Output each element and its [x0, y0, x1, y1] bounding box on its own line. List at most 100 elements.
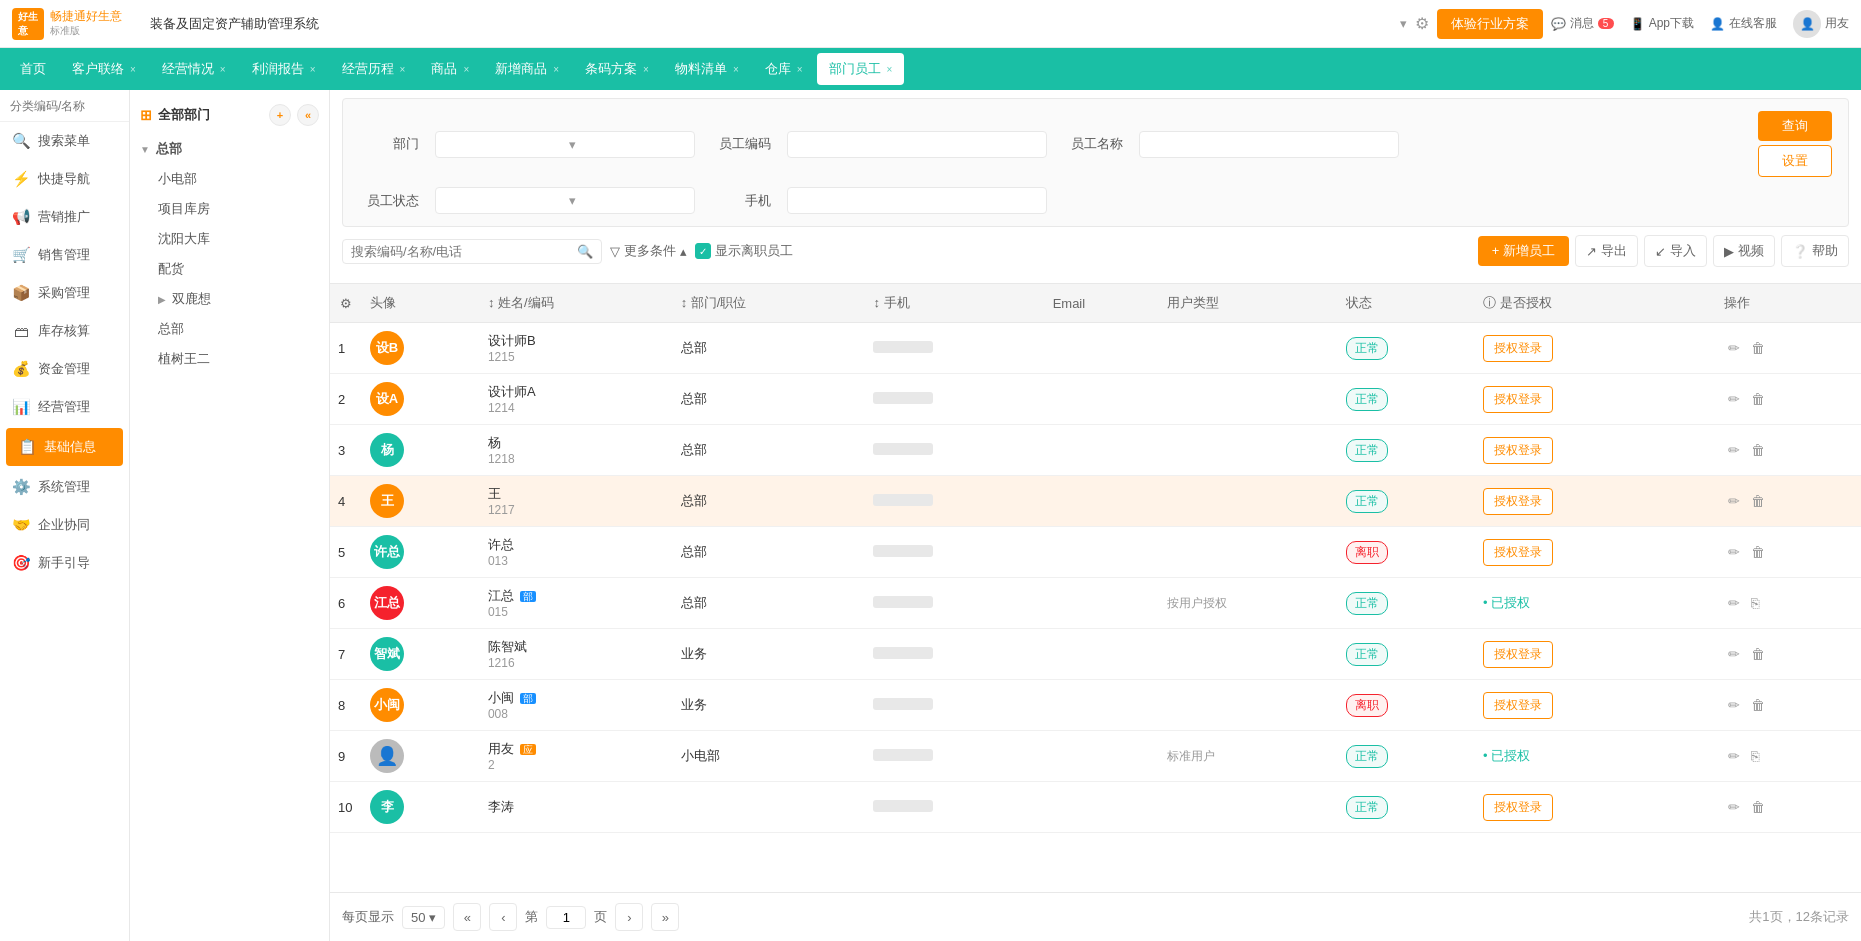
- close-icon[interactable]: ×: [400, 64, 406, 75]
- tab-barcode[interactable]: 条码方案×: [573, 53, 661, 85]
- close-icon[interactable]: ×: [643, 64, 649, 75]
- close-icon[interactable]: ×: [220, 64, 226, 75]
- sidebar-item-finance[interactable]: 💰 资金管理: [0, 350, 129, 388]
- auth-btn[interactable]: 授权登录: [1483, 335, 1553, 362]
- delete-btn[interactable]: 🗑: [1747, 491, 1769, 511]
- dept-add-icon[interactable]: +: [269, 104, 291, 126]
- col-phone[interactable]: ↕ 手机: [865, 284, 1044, 323]
- dropdown-icon[interactable]: ▾: [1400, 16, 1407, 31]
- emp-status-select[interactable]: ▾: [435, 187, 695, 214]
- auth-btn[interactable]: 授权登录: [1483, 437, 1553, 464]
- tab-profit[interactable]: 利润报告×: [240, 53, 328, 85]
- page-size-select[interactable]: 50 ▾: [402, 906, 445, 929]
- phone-input[interactable]: [787, 187, 1047, 214]
- sidebar-item-sales[interactable]: 🛒 销售管理: [0, 236, 129, 274]
- dept-tree-item-root[interactable]: ▼ 总部: [130, 134, 329, 164]
- view-button[interactable]: ▶ 视频: [1713, 235, 1775, 267]
- app-download-btn[interactable]: 📱 App下载: [1630, 15, 1694, 32]
- edit-btn[interactable]: ✏: [1724, 746, 1744, 766]
- edit-btn[interactable]: ✏: [1724, 440, 1744, 460]
- delete-btn[interactable]: 🗑: [1747, 338, 1769, 358]
- edit-btn[interactable]: ✏: [1724, 797, 1744, 817]
- online-service-btn[interactable]: 👤 在线客服: [1710, 15, 1777, 32]
- tab-customer[interactable]: 客户联络×: [60, 53, 148, 85]
- dept-tree-item-5[interactable]: ▶ 双鹿想: [130, 284, 329, 314]
- sidebar-search-input[interactable]: [10, 99, 130, 113]
- sidebar-item-quicknav[interactable]: ⚡ 快捷导航: [0, 160, 129, 198]
- delete-btn[interactable]: 🗑: [1747, 542, 1769, 562]
- auth-btn[interactable]: 授权登录: [1483, 386, 1553, 413]
- copy-btn[interactable]: ⎘: [1747, 746, 1763, 766]
- delete-btn[interactable]: 🗑: [1747, 389, 1769, 409]
- search-input[interactable]: [351, 244, 571, 259]
- edit-btn[interactable]: ✏: [1724, 695, 1744, 715]
- tab-bom[interactable]: 物料清单×: [663, 53, 751, 85]
- more-conditions-btn[interactable]: ▽ 更多条件 ▴: [610, 242, 687, 260]
- edit-btn[interactable]: ✏: [1724, 389, 1744, 409]
- last-page-btn[interactable]: »: [651, 903, 679, 931]
- dept-tree-item-3[interactable]: 沈阳大库: [130, 224, 329, 254]
- edit-btn[interactable]: ✏: [1724, 338, 1744, 358]
- sidebar-item-guide[interactable]: 🎯 新手引导: [0, 544, 129, 582]
- message-btn[interactable]: 💬 消息 5: [1551, 15, 1614, 32]
- sidebar-item-purchase[interactable]: 📦 采购管理: [0, 274, 129, 312]
- edit-btn[interactable]: ✏: [1724, 542, 1744, 562]
- settings-icon[interactable]: ⚙: [1415, 14, 1429, 33]
- dept-tree-item-4[interactable]: 配货: [130, 254, 329, 284]
- show-retired-toggle[interactable]: ✓ 显示离职员工: [695, 242, 793, 260]
- close-icon[interactable]: ×: [553, 64, 559, 75]
- emp-name-input[interactable]: [1139, 131, 1399, 158]
- sidebar-item-inventory[interactable]: 🗃 库存核算: [0, 312, 129, 350]
- col-dept[interactable]: ↕ 部门/职位: [673, 284, 866, 323]
- query-button[interactable]: 查询: [1758, 111, 1832, 141]
- trial-btn[interactable]: 体验行业方案: [1437, 9, 1543, 39]
- dept-tree-item-7[interactable]: 植树王二: [130, 344, 329, 374]
- col-settings[interactable]: ⚙: [330, 284, 362, 323]
- auth-btn[interactable]: 授权登录: [1483, 539, 1553, 566]
- dept-tree-item-1[interactable]: 小电部: [130, 164, 329, 194]
- user-btn[interactable]: 👤 用友: [1793, 10, 1849, 38]
- dept-tree-item-2[interactable]: 项目库房: [130, 194, 329, 224]
- search-icon[interactable]: 🔍: [577, 244, 593, 259]
- edit-btn[interactable]: ✏: [1724, 491, 1744, 511]
- close-icon[interactable]: ×: [733, 64, 739, 75]
- set-button[interactable]: 设置: [1758, 145, 1832, 177]
- auth-btn[interactable]: 授权登录: [1483, 488, 1553, 515]
- close-icon[interactable]: ×: [310, 64, 316, 75]
- sidebar-item-operations[interactable]: 📊 经营管理: [0, 388, 129, 426]
- close-icon[interactable]: ×: [130, 64, 136, 75]
- page-input[interactable]: [546, 906, 586, 929]
- prev-page-btn[interactable]: ‹: [489, 903, 517, 931]
- add-employee-button[interactable]: + 新增员工: [1478, 236, 1569, 266]
- tab-dept-staff[interactable]: 部门员工×: [817, 53, 905, 85]
- help-button[interactable]: ❔ 帮助: [1781, 235, 1849, 267]
- close-icon[interactable]: ×: [797, 64, 803, 75]
- export-button[interactable]: ↗ 导出: [1575, 235, 1638, 267]
- first-page-btn[interactable]: «: [453, 903, 481, 931]
- tab-add-goods[interactable]: 新增商品×: [483, 53, 571, 85]
- tab-process[interactable]: 经营历程×: [330, 53, 418, 85]
- next-page-btn[interactable]: ›: [615, 903, 643, 931]
- close-icon[interactable]: ×: [463, 64, 469, 75]
- col-name[interactable]: ↕ 姓名/编码: [480, 284, 673, 323]
- sidebar-item-enterprise[interactable]: 🤝 企业协同: [0, 506, 129, 544]
- tab-home[interactable]: 首页: [8, 53, 58, 85]
- edit-btn[interactable]: ✏: [1724, 644, 1744, 664]
- tab-goods[interactable]: 商品×: [419, 53, 481, 85]
- delete-btn[interactable]: 🗑: [1747, 644, 1769, 664]
- delete-btn[interactable]: 🗑: [1747, 797, 1769, 817]
- delete-btn[interactable]: 🗑: [1747, 440, 1769, 460]
- col-auth[interactable]: ⓘ 是否授权: [1475, 284, 1678, 323]
- sidebar-item-marketing[interactable]: 📢 营销推广: [0, 198, 129, 236]
- dept-select[interactable]: ▾: [435, 131, 695, 158]
- tab-operations[interactable]: 经营情况×: [150, 53, 238, 85]
- auth-btn[interactable]: 授权登录: [1483, 794, 1553, 821]
- delete-btn[interactable]: 🗑: [1747, 695, 1769, 715]
- import-button[interactable]: ↙ 导入: [1644, 235, 1707, 267]
- tab-warehouse[interactable]: 仓库×: [753, 53, 815, 85]
- close-icon[interactable]: ×: [887, 64, 893, 75]
- sidebar-item-system[interactable]: ⚙️ 系统管理: [0, 468, 129, 506]
- copy-btn[interactable]: ⎘: [1747, 593, 1763, 613]
- auth-btn[interactable]: 授权登录: [1483, 641, 1553, 668]
- sidebar-item-basic[interactable]: 📋 基础信息: [6, 428, 123, 466]
